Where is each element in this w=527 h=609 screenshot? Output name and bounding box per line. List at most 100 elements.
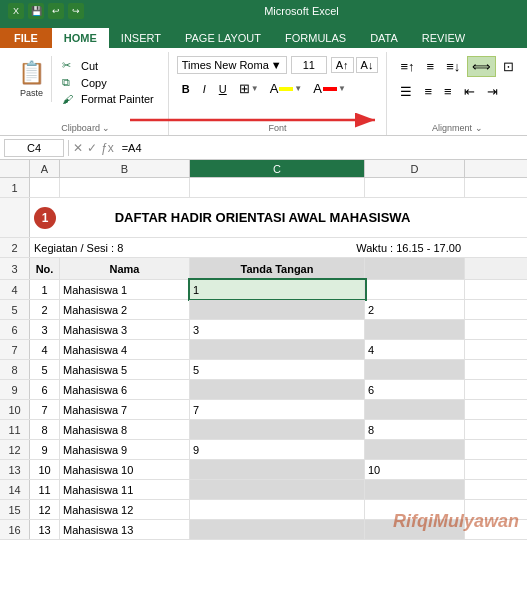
cell-13d[interactable]: 10 [365, 460, 465, 479]
cell-16a[interactable]: 13 [30, 520, 60, 539]
underline-button[interactable]: U [214, 80, 232, 98]
cell-5c[interactable] [190, 300, 365, 319]
redo-icon[interactable]: ↪ [68, 3, 84, 19]
cut-button[interactable]: ✂ Cut [60, 58, 156, 73]
cancel-formula-icon[interactable]: ✕ [73, 141, 83, 155]
cell-6c[interactable]: 3 [190, 320, 365, 339]
cell-13b[interactable]: Mahasiswa 10 [60, 460, 190, 479]
cell-8b[interactable]: Mahasiswa 5 [60, 360, 190, 379]
cell-1b[interactable] [60, 178, 190, 197]
cell-1c[interactable] [190, 178, 365, 197]
cell-9c[interactable] [190, 380, 365, 399]
cell-6b[interactable]: Mahasiswa 3 [60, 320, 190, 339]
cell-4b[interactable]: Mahasiswa 1 [60, 280, 190, 299]
fill-color-button[interactable]: A ▼ [266, 78, 307, 99]
cell-reference-box[interactable]: C4 [4, 139, 64, 157]
cell-8a[interactable]: 5 [30, 360, 60, 379]
cell-7b[interactable]: Mahasiswa 4 [60, 340, 190, 359]
cell-14b[interactable]: Mahasiswa 11 [60, 480, 190, 499]
cell-12a[interactable]: 9 [30, 440, 60, 459]
bold-button[interactable]: B [177, 80, 195, 98]
cell-5a[interactable]: 2 [30, 300, 60, 319]
cell-6d[interactable] [365, 320, 465, 339]
cell-9b[interactable]: Mahasiswa 6 [60, 380, 190, 399]
cell-11a[interactable]: 8 [30, 420, 60, 439]
cell-10d[interactable] [365, 400, 465, 419]
cell-1d[interactable] [365, 178, 465, 197]
cell-14c[interactable] [190, 480, 365, 499]
cell-8c[interactable]: 5 [190, 360, 365, 379]
cell-12b[interactable]: Mahasiswa 9 [60, 440, 190, 459]
decrease-indent-button[interactable]: ⇤ [459, 81, 480, 102]
cell-4d[interactable] [365, 280, 465, 299]
cell-15b[interactable]: Mahasiswa 12 [60, 500, 190, 519]
format-painter-button[interactable]: 🖌 Format Painter [60, 92, 156, 106]
paste-button[interactable]: 📋 Paste [12, 56, 52, 102]
align-top-right-button[interactable]: ≡↓ [441, 56, 465, 77]
col-header-c[interactable]: C [190, 160, 365, 177]
border-color-button[interactable]: ⊞ ▼ [235, 78, 263, 99]
wrap-text-button[interactable]: ⟺ [467, 56, 496, 77]
cell-13a[interactable]: 10 [30, 460, 60, 479]
cell-12c[interactable]: 9 [190, 440, 365, 459]
formula-input[interactable] [118, 140, 523, 156]
cell-5d[interactable]: 2 [365, 300, 465, 319]
align-top-left-button[interactable]: ≡↑ [395, 56, 419, 77]
cell-5b[interactable]: Mahasiswa 2 [60, 300, 190, 319]
merge-button[interactable]: ⊡ [498, 56, 519, 77]
cell-15a[interactable]: 12 [30, 500, 60, 519]
cell-10a[interactable]: 7 [30, 400, 60, 419]
cell-4c[interactable]: 1 [190, 280, 365, 299]
align-left-button[interactable]: ☰ [395, 81, 417, 102]
increase-indent-button[interactable]: ⇥ [482, 81, 503, 102]
font-decrease-button[interactable]: A↓ [356, 57, 379, 73]
insert-function-icon[interactable]: ƒx [101, 141, 114, 155]
cell-9a[interactable]: 6 [30, 380, 60, 399]
copy-button[interactable]: ⧉ Copy [60, 75, 156, 90]
tab-formulas[interactable]: FORMULAS [273, 28, 358, 48]
col-header-d[interactable]: D [365, 160, 465, 177]
align-top-center-button[interactable]: ≡ [422, 56, 440, 77]
ribbon-tabs: FILE HOME INSERT PAGE LAYOUT FORMULAS DA… [0, 22, 527, 48]
tab-page-layout[interactable]: PAGE LAYOUT [173, 28, 273, 48]
cell-16b[interactable]: Mahasiswa 13 [60, 520, 190, 539]
cell-14a[interactable]: 11 [30, 480, 60, 499]
cell-10c[interactable]: 7 [190, 400, 365, 419]
tab-home[interactable]: HOME [52, 28, 109, 48]
cell-14d[interactable] [365, 480, 465, 499]
confirm-formula-icon[interactable]: ✓ [87, 141, 97, 155]
cell-11d[interactable]: 8 [365, 420, 465, 439]
align-center-button[interactable]: ≡ [419, 81, 437, 102]
tab-insert[interactable]: INSERT [109, 28, 173, 48]
undo-icon[interactable]: ↩ [48, 3, 64, 19]
font-size-selector[interactable]: 11 [291, 56, 327, 74]
tab-review[interactable]: REVIEW [410, 28, 477, 48]
tab-data[interactable]: DATA [358, 28, 410, 48]
cell-10b[interactable]: Mahasiswa 7 [60, 400, 190, 419]
font-increase-button[interactable]: A↑ [331, 57, 354, 73]
font-name-selector[interactable]: Times New Roma ▼ [177, 56, 287, 74]
cell-4a[interactable]: 1 [30, 280, 60, 299]
cell-13c[interactable] [190, 460, 365, 479]
italic-button[interactable]: I [198, 80, 211, 98]
cell-11c[interactable] [190, 420, 365, 439]
row-num-12: 12 [0, 440, 30, 459]
align-right-button[interactable]: ≡ [439, 81, 457, 102]
tab-file[interactable]: FILE [0, 28, 52, 48]
col-header-a[interactable]: A [30, 160, 60, 177]
cell-7a[interactable]: 4 [30, 340, 60, 359]
cell-7c[interactable] [190, 340, 365, 359]
cell-9d[interactable]: 6 [365, 380, 465, 399]
font-color-button[interactable]: A ▼ [309, 78, 350, 99]
font-label: Font [177, 121, 379, 135]
cell-16c[interactable] [190, 520, 365, 539]
cell-12d[interactable] [365, 440, 465, 459]
col-header-b[interactable]: B [60, 160, 190, 177]
cell-7d[interactable]: 4 [365, 340, 465, 359]
cell-11b[interactable]: Mahasiswa 8 [60, 420, 190, 439]
cell-15c[interactable] [190, 500, 365, 519]
cell-6a[interactable]: 3 [30, 320, 60, 339]
save-icon[interactable]: 💾 [28, 3, 44, 19]
cell-1a[interactable] [30, 178, 60, 197]
cell-8d[interactable] [365, 360, 465, 379]
